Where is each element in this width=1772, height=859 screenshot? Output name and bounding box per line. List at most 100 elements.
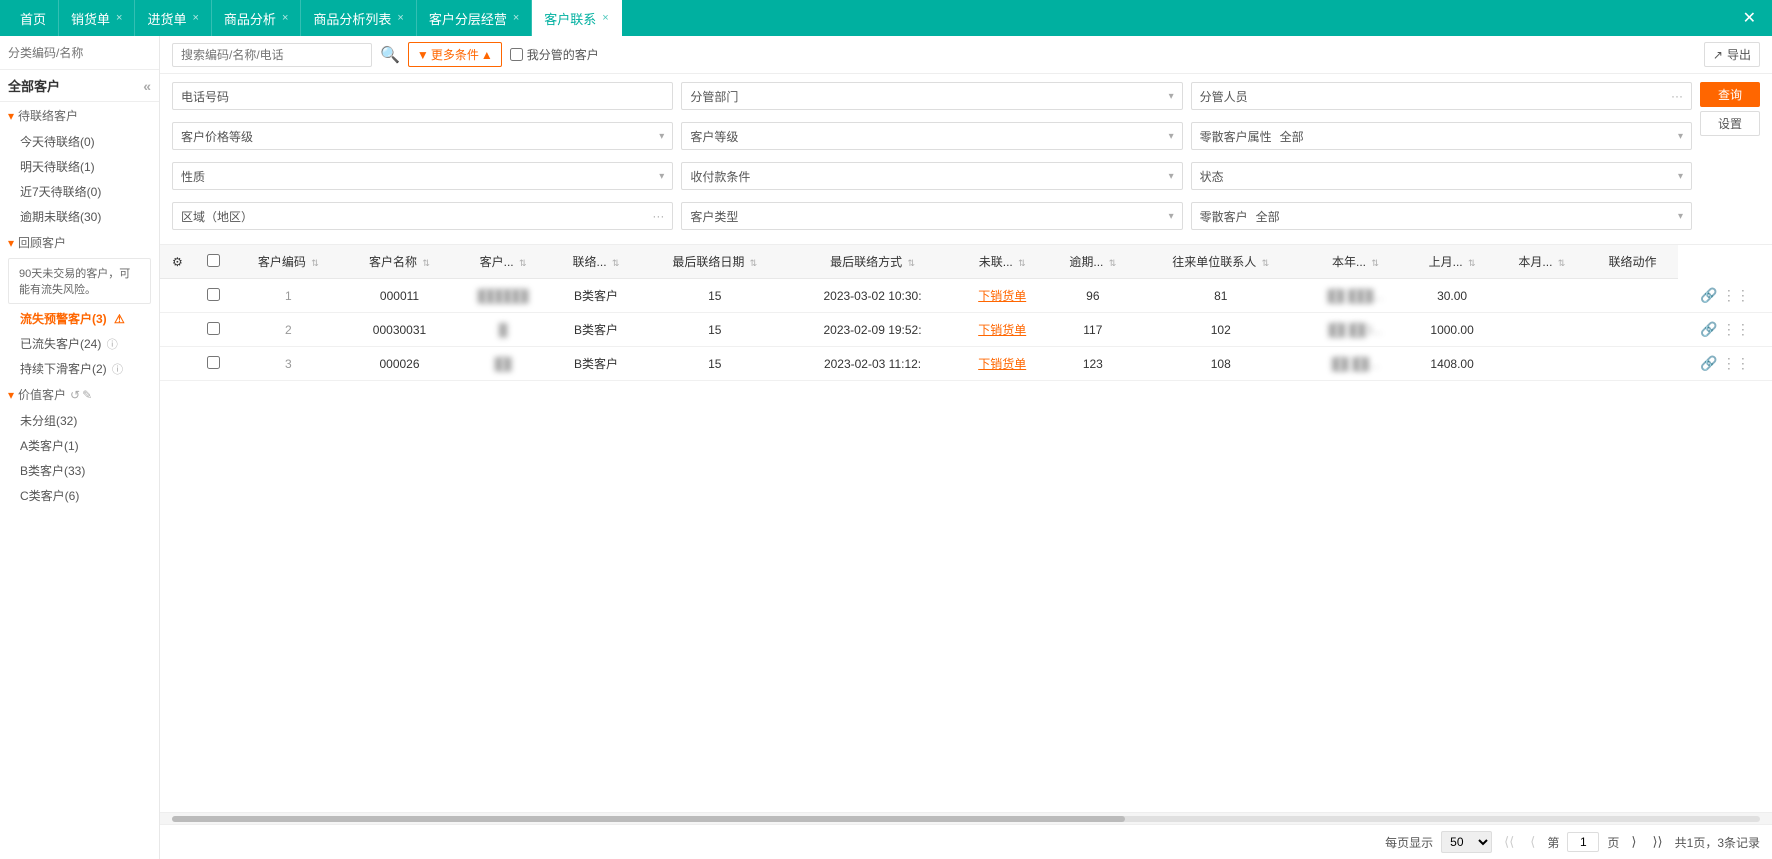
sidebar-search-input[interactable] <box>8 46 160 60</box>
refresh-icon[interactable]: ↺ <box>70 388 80 402</box>
status-field[interactable]: 状态 ▾ <box>1191 162 1692 190</box>
sidebar-item-ungrouped[interactable]: 未分组(32) <box>0 408 159 433</box>
filter-my-customers[interactable]: 我分管的客户 <box>510 46 599 63</box>
settings-col-header[interactable]: ⚙ <box>160 245 195 279</box>
sidebar-item-lost-warning[interactable]: 流失预警客户(3) ⚠ <box>0 306 159 331</box>
row-checkbox-0[interactable] <box>207 288 220 301</box>
code-col-header[interactable]: 客户编码 ⇅ <box>233 245 344 279</box>
tab-product-analysis[interactable]: 商品分析 × <box>212 0 301 36</box>
row-last-method-1[interactable]: 下销货单 <box>956 313 1047 347</box>
export-icon: ↗ <box>1713 48 1723 62</box>
customer-level-field[interactable]: 客户等级 ▾ <box>681 122 1182 150</box>
prev-page-button[interactable]: ⟨ <box>1526 832 1539 852</box>
row-checkbox-1[interactable] <box>207 322 220 335</box>
level-col-header[interactable]: 客户... ⇅ <box>455 245 551 279</box>
name-col-header[interactable]: 客户名称 ⇅ <box>344 245 455 279</box>
sidebar-value-customers[interactable]: ▾ 价值客户 ↺ ✎ <box>0 381 159 408</box>
sidebar-item-c-class[interactable]: C类客户(6) <box>0 483 159 508</box>
credit-attr-field[interactable]: 零散客户属性 全部 ▾ <box>1191 122 1692 150</box>
tab-customer-layer[interactable]: 客户分层经营 × <box>417 0 532 36</box>
settings-col-icon[interactable]: ⚙ <box>172 255 183 269</box>
this-month-col-header[interactable]: 本月... ⇅ <box>1497 245 1587 279</box>
close-product-analysis-tab[interactable]: × <box>282 12 288 24</box>
phone-input[interactable] <box>237 89 664 103</box>
tab-product-list[interactable]: 商品分析列表 × <box>301 0 416 36</box>
scrollbar-thumb[interactable] <box>172 816 1125 822</box>
sidebar-collapse-btn[interactable]: « <box>143 78 151 94</box>
row-checkbox-cell[interactable] <box>195 279 233 313</box>
horizontal-scrollbar[interactable] <box>160 812 1772 824</box>
last-date-sort-icon: ⇅ <box>750 258 758 268</box>
last-page-button[interactable]: ⟩⟩ <box>1648 832 1666 852</box>
checkbox-col-header[interactable] <box>195 245 233 279</box>
row-action-menu-0[interactable]: ⋮⋮ <box>1722 287 1750 304</box>
payment-field[interactable]: 收付款条件 ▾ <box>681 162 1182 190</box>
lost-arrow-icon: ▾ <box>8 236 14 250</box>
row-this-year-2: 1408.00 <box>1407 347 1497 381</box>
this-year-col-header[interactable]: 本年... ⇅ <box>1304 245 1407 279</box>
sidebar-item-declining[interactable]: 持续下滑客户(2) ⓘ <box>0 356 159 381</box>
window-close-button[interactable]: ✕ <box>1735 8 1764 28</box>
close-customer-layer-tab[interactable]: × <box>513 12 519 24</box>
sidebar-item-overdue-pending[interactable]: 逾期未联络(30) <box>0 204 159 229</box>
row-checkbox-cell[interactable] <box>195 347 233 381</box>
last-method-col-header[interactable]: 最后联络方式 ⇅ <box>789 245 957 279</box>
page-number-input[interactable] <box>1567 832 1599 852</box>
close-customer-contact-tab[interactable]: × <box>602 12 608 24</box>
sidebar-item-7days-pending[interactable]: 近7天待联络(0) <box>0 179 159 204</box>
not-contacted-col-header[interactable]: 未联... ⇅ <box>956 245 1047 279</box>
filter-search-input[interactable] <box>172 43 372 67</box>
tab-home[interactable]: 首页 <box>8 0 59 36</box>
dept-field[interactable]: 分管部门 ▾ <box>681 82 1182 110</box>
row-action-menu-2[interactable]: ⋮⋮ <box>1722 355 1750 372</box>
filter-search-button[interactable]: 🔍 <box>380 45 400 65</box>
last-month-col-header[interactable]: 上月... ⇅ <box>1407 245 1497 279</box>
sidebar-lost-customers[interactable]: ▾ 回顾客户 <box>0 229 159 256</box>
tab-purchase[interactable]: 进货单 × <box>135 0 211 36</box>
next-page-button[interactable]: ⟩ <box>1627 832 1640 852</box>
sidebar-all-customers[interactable]: 全部客户 « <box>0 70 159 102</box>
row-last-method-2[interactable]: 下销货单 <box>956 347 1047 381</box>
last-date-col-header[interactable]: 最后联络日期 ⇅ <box>641 245 789 279</box>
edit-icon[interactable]: ✎ <box>82 388 92 402</box>
row-action-menu-1[interactable]: ⋮⋮ <box>1722 321 1750 338</box>
customer-type-field[interactable]: 客户类型 ▾ <box>681 202 1182 230</box>
contact-person-col-header[interactable]: 往来单位联系人 ⇅ <box>1138 245 1304 279</box>
row-checkbox-cell[interactable] <box>195 313 233 347</box>
adv-filter-row1: 电话号码 分管部门 ▾ 分管人员 ··· <box>172 82 1692 110</box>
my-customers-checkbox[interactable] <box>510 48 523 61</box>
adv-settings-button[interactable]: 设置 <box>1700 111 1760 136</box>
area-field[interactable]: 区域（地区） ··· <box>172 202 673 230</box>
scrollbar-track[interactable] <box>172 816 1760 822</box>
row-action-link-2[interactable]: 🔗 <box>1700 355 1717 372</box>
contact-col-header[interactable]: 联络... ⇅ <box>551 245 641 279</box>
close-product-list-tab[interactable]: × <box>397 12 403 24</box>
per-page-select[interactable]: 50 100 200 <box>1441 831 1492 853</box>
filter-more-conditions-btn[interactable]: ▼ 更多条件 ▲ <box>408 42 502 67</box>
sidebar-item-a-class[interactable]: A类客户(1) <box>0 433 159 458</box>
first-page-button[interactable]: ⟨⟨ <box>1500 832 1518 852</box>
retail-customer-field[interactable]: 零散客户 全部 ▾ <box>1191 202 1692 230</box>
close-purchase-tab[interactable]: × <box>192 12 198 24</box>
query-button[interactable]: 查询 <box>1700 82 1760 107</box>
row-last-method-0[interactable]: 下销货单 <box>956 279 1047 313</box>
sidebar-item-already-lost[interactable]: 已流失客户(24) ⓘ <box>0 331 159 356</box>
nature-field[interactable]: 性质 ▾ <box>172 162 673 190</box>
code-sort-icon: ⇅ <box>311 258 319 268</box>
person-field[interactable]: 分管人员 ··· <box>1191 82 1692 110</box>
select-all-checkbox[interactable] <box>207 254 220 267</box>
sidebar-pending-contact[interactable]: ▾ 待联络客户 <box>0 102 159 129</box>
tab-customer-contact[interactable]: 客户联系 × <box>532 0 621 36</box>
sidebar-item-b-class[interactable]: B类客户(33) <box>0 458 159 483</box>
sidebar-item-tomorrow-pending[interactable]: 明天待联络(1) <box>0 154 159 179</box>
price-level-field[interactable]: 客户价格等级 ▾ <box>172 122 673 150</box>
row-checkbox-2[interactable] <box>207 356 220 369</box>
phone-field[interactable]: 电话号码 <box>172 82 673 110</box>
row-action-link-1[interactable]: 🔗 <box>1700 321 1717 338</box>
tab-sales[interactable]: 销货单 × <box>59 0 135 36</box>
overdue-col-header[interactable]: 逾期... ⇅ <box>1048 245 1138 279</box>
export-button[interactable]: ↗ 导出 <box>1704 42 1760 67</box>
row-action-link-0[interactable]: 🔗 <box>1700 287 1717 304</box>
close-sales-tab[interactable]: × <box>116 12 122 24</box>
sidebar-item-today-pending[interactable]: 今天待联络(0) <box>0 129 159 154</box>
